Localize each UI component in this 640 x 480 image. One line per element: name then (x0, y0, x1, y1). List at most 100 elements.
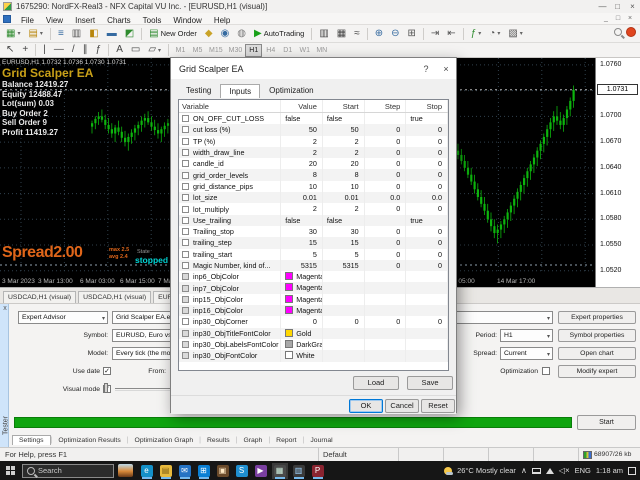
table-row[interactable]: trailing_start 5 5 0 0 (179, 248, 448, 260)
stop-cell[interactable] (406, 327, 448, 339)
start-cell[interactable]: false (323, 113, 365, 125)
step-cell[interactable]: 0 (365, 248, 407, 260)
value-cell[interactable]: 2 (281, 135, 323, 147)
file-explorer-icon[interactable]: ▤ (158, 463, 174, 479)
value-cell[interactable]: false (281, 113, 323, 125)
value-cell[interactable]: Magenta (281, 293, 323, 306)
step-cell[interactable] (365, 293, 407, 306)
photos-icon[interactable]: ▣ (215, 463, 231, 479)
value-cell[interactable]: 30 (281, 225, 323, 238)
stop-cell[interactable]: true (406, 113, 448, 125)
tile-windows-icon[interactable]: ⊞ (404, 26, 420, 41)
mql-profile-icon[interactable]: ◉ (217, 26, 234, 41)
timeframe-m30[interactable]: M30 (226, 44, 246, 57)
channel-icon[interactable]: ∥ (79, 43, 92, 58)
candlestick-chart-icon[interactable]: ▦ (333, 26, 350, 41)
value-cell[interactable]: 15 (281, 237, 323, 249)
parameter-checkbox[interactable] (182, 126, 189, 134)
child-close-button[interactable]: × (624, 15, 636, 22)
start-cell[interactable] (323, 350, 365, 362)
stop-cell[interactable]: true (406, 214, 448, 226)
chart-tab-1[interactable]: USDCAD,H1 (visual) (3, 291, 77, 303)
step-cell[interactable] (365, 305, 407, 317)
step-cell[interactable] (365, 113, 407, 125)
parameter-checkbox[interactable] (182, 262, 189, 269)
value-cell[interactable]: 5 (281, 248, 323, 260)
stop-cell[interactable] (406, 271, 448, 283)
child-minimize-button[interactable]: _ (600, 15, 612, 22)
volume-muted-icon[interactable]: ◁× (559, 466, 570, 475)
stop-cell[interactable] (406, 305, 448, 317)
fibonacci-icon[interactable]: ƒ (92, 43, 106, 58)
periods-icon[interactable]: ◔ ▾ (485, 26, 504, 41)
stop-cell[interactable]: 0 (406, 259, 448, 272)
horizontal-line-icon[interactable]: — (50, 43, 68, 58)
value-cell[interactable]: 0.01 (281, 192, 323, 204)
dialog-close-button[interactable]: × (436, 64, 456, 74)
tester-tab-optimization-graph[interactable]: Optimization Graph (129, 436, 200, 445)
text-icon[interactable]: A (112, 43, 127, 58)
start-button[interactable]: Start (577, 415, 636, 430)
timeframe-m5[interactable]: M5 (189, 44, 206, 57)
dialog-title-bar[interactable]: Grid Scalper EA ? × (171, 58, 456, 79)
stop-cell[interactable]: 0 (406, 124, 448, 136)
profiles-icon[interactable]: ▤ ▾ (24, 26, 46, 41)
start-cell[interactable]: 20 (323, 158, 365, 170)
minimize-button[interactable]: — (595, 1, 610, 13)
navigator-icon[interactable]: ◧ (85, 26, 102, 41)
table-row[interactable]: inp6_ObjColor Magenta (179, 271, 448, 283)
templates-icon[interactable]: ▧ ▾ (504, 26, 526, 41)
timeframe-m1[interactable]: M1 (172, 44, 189, 57)
value-cell[interactable]: 5315 (281, 259, 323, 272)
value-cell[interactable]: false (281, 214, 323, 226)
ok-button[interactable]: OK (349, 399, 383, 413)
use-date-checkbox[interactable]: ✓ (103, 367, 111, 375)
table-row[interactable]: inp16_ObjColor Magenta (179, 305, 448, 317)
dialog-tab-optimization[interactable]: Optimization (260, 83, 322, 97)
parameter-checkbox[interactable] (182, 352, 189, 360)
paint-app-icon[interactable]: P (310, 463, 326, 479)
chart-tab-2[interactable]: USDCAD,H1 (visual) (78, 291, 152, 303)
step-cell[interactable] (365, 214, 407, 226)
tray-caret-icon[interactable]: ∧ (521, 466, 527, 475)
skype-icon[interactable]: S (234, 463, 250, 479)
timeframe-mn[interactable]: MN (313, 44, 330, 57)
media-app-icon[interactable]: ▶ (253, 463, 269, 479)
value-cell[interactable]: 0 (281, 316, 323, 328)
value-cell[interactable]: Gold (281, 327, 323, 339)
table-row[interactable]: Use_trailing false false true (179, 214, 448, 226)
start-cell[interactable]: 10 (323, 180, 365, 193)
step-cell[interactable]: 0.0 (365, 192, 407, 204)
value-cell[interactable]: 2 (281, 203, 323, 215)
table-row[interactable]: cut loss (%) 50 50 0 0 (179, 124, 448, 136)
expert-properties-button[interactable]: Expert properties (558, 311, 636, 324)
reset-button[interactable]: Reset (421, 399, 455, 413)
stop-cell[interactable] (406, 293, 448, 306)
stop-cell[interactable]: 0 (406, 146, 448, 159)
parameter-checkbox[interactable] (182, 205, 189, 213)
start-cell[interactable]: 2 (323, 203, 365, 215)
cursor-icon[interactable]: ↖ (2, 43, 18, 58)
parameter-checkbox[interactable] (182, 182, 189, 190)
table-row[interactable]: inp7_ObjColor Magenta (179, 282, 448, 294)
parameter-checkbox[interactable] (182, 137, 189, 145)
new-chart-icon[interactable]: ▦ ▾ (2, 26, 24, 41)
menu-window[interactable]: Window (167, 16, 207, 25)
stop-cell[interactable] (406, 350, 448, 362)
table-row[interactable]: inp30_ObjCorner 0 0 0 0 (179, 316, 448, 328)
table-row[interactable]: candle_id 20 20 0 0 (179, 158, 448, 170)
table-row[interactable]: grid_distance_pips 10 10 0 0 (179, 180, 448, 193)
vertical-line-icon[interactable]: | (39, 43, 50, 58)
table-row[interactable]: Magic Number, kind of... 5315 5315 0 0 (179, 259, 448, 272)
stop-cell[interactable]: 0 (406, 180, 448, 193)
start-cell[interactable]: false (323, 214, 365, 226)
start-cell[interactable]: 2 (323, 135, 365, 147)
indicators-icon[interactable]: ƒ ▾ (467, 26, 486, 41)
open-chart-button[interactable]: Open chart (558, 347, 636, 360)
start-cell[interactable]: 5315 (323, 259, 365, 272)
step-cell[interactable]: 0 (365, 203, 407, 215)
start-cell[interactable]: 15 (323, 237, 365, 249)
language-indicator[interactable]: ENG (575, 466, 591, 475)
step-cell[interactable] (365, 282, 407, 294)
table-row[interactable]: inp30_ObjLabelsFontColorDarkGray (179, 338, 448, 351)
